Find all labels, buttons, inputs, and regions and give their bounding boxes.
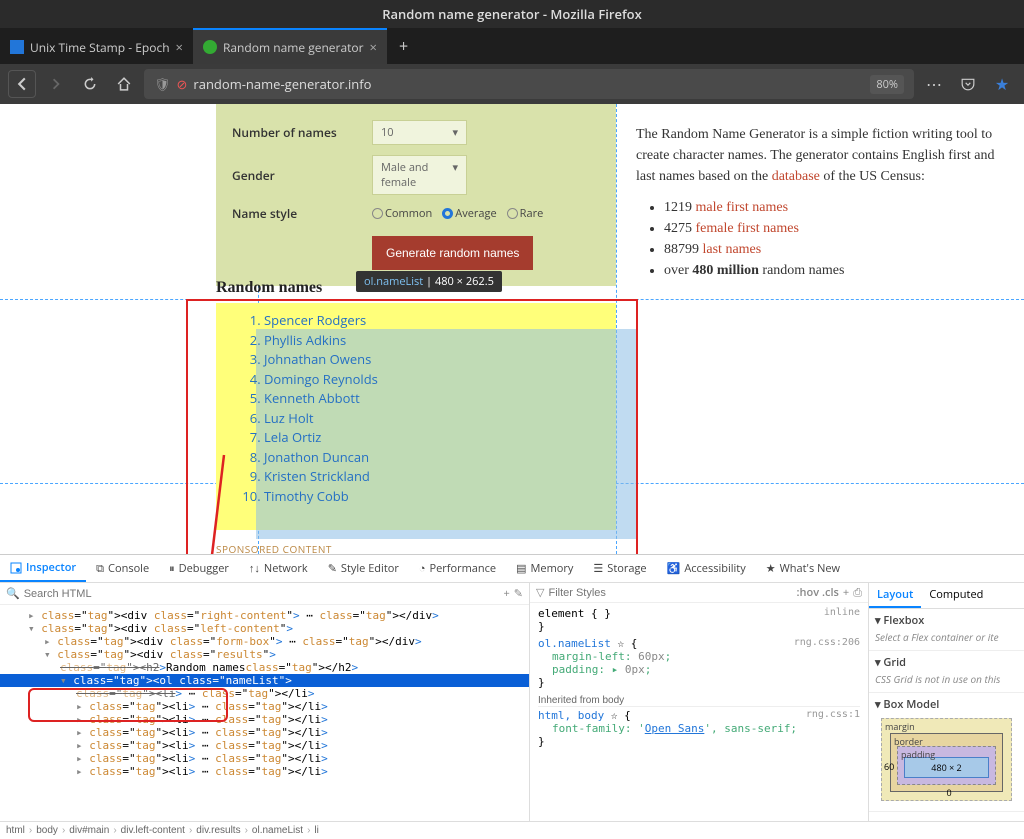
chevron-down-icon: ▾: [452, 125, 458, 140]
tree-node[interactable]: ▸ class="tag"><li> ⋯ class="tag"></li>: [0, 739, 529, 752]
gender-label: Gender: [232, 167, 372, 184]
tab-storage[interactable]: ☰Storage: [583, 555, 656, 582]
flexbox-heading: ▾ Flexbox: [875, 613, 1018, 628]
devtools-panel: Inspector ⧉Console ⏸Debugger ↑↓Network ✎…: [0, 554, 1024, 839]
css-prop[interactable]: padding: ▸ 0px;: [538, 663, 860, 676]
female-names-link[interactable]: female first names: [696, 221, 799, 236]
tab-whats-new[interactable]: ★What's New: [756, 555, 850, 582]
tree-node[interactable]: ▸ class="tag"><li> ⋯ class="tag"></li>: [0, 752, 529, 765]
form-box: Number of names 10▾ Gender Male and fema…: [216, 104, 616, 286]
tree-node[interactable]: ▾ class="tag"><div class="left-content">: [0, 622, 529, 635]
tree-node[interactable]: class="tag"><h2>Random namesclass="tag">…: [0, 661, 529, 674]
hover-cls-badges[interactable]: :hov .cls: [797, 585, 839, 600]
forward-button[interactable]: [42, 70, 70, 98]
close-icon[interactable]: ×: [176, 38, 183, 56]
window-titlebar: Random name generator - Mozilla Firefox: [0, 0, 1024, 28]
number-of-names-select[interactable]: 10▾: [372, 120, 467, 145]
tree-node[interactable]: ▾ class="tag"><ol class="nameList">: [0, 674, 529, 687]
generate-button[interactable]: Generate random names: [372, 236, 533, 270]
new-tab-button[interactable]: +: [387, 28, 420, 64]
tab-unix-timestamp[interactable]: Unix Time Stamp - Epoch ×: [0, 28, 193, 64]
search-icon: 🔍: [6, 586, 20, 601]
tab-memory[interactable]: ▤Memory: [506, 555, 583, 582]
tree-node[interactable]: ▸ class="tag"><div class="form-box"> ⋯ c…: [0, 635, 529, 648]
tab-network[interactable]: ↑↓Network: [239, 555, 318, 582]
database-link[interactable]: database: [772, 169, 820, 184]
annotation-box-tree: [28, 688, 228, 722]
rule-element[interactable]: element { }: [538, 607, 611, 620]
home-button[interactable]: [110, 70, 138, 98]
tab-performance[interactable]: ◔Performance: [409, 555, 506, 582]
dom-tree-panel: 🔍 + ✎ ▸ class="tag"><div class="right-co…: [0, 583, 530, 821]
favicon-icon: [10, 40, 24, 54]
inspector-tooltip: ol.nameList | 480 × 262.5: [356, 271, 502, 292]
tab-console[interactable]: ⧉Console: [86, 555, 159, 582]
tree-node[interactable]: ▸ class="tag"><li> ⋯ class="tag"></li>: [0, 726, 529, 739]
add-rule-button[interactable]: +: [843, 585, 849, 600]
eyedropper-icon[interactable]: ✎: [514, 586, 523, 601]
last-names-link[interactable]: last names: [703, 242, 762, 257]
bookmark-star-icon[interactable]: ★: [988, 70, 1016, 98]
tree-node[interactable]: ▸ class="tag"><li> ⋯ class="tag"></li>: [0, 765, 529, 778]
browser-tabstrip: Unix Time Stamp - Epoch × Random name ge…: [0, 28, 1024, 64]
filter-icon: ▽: [536, 585, 544, 600]
pocket-icon[interactable]: [954, 70, 982, 98]
tab-label: Random name generator: [223, 39, 364, 56]
url-bar[interactable]: 🛡 ⊘ random-name-generator.info 80%: [144, 69, 914, 99]
rule-body[interactable]: html, body: [538, 709, 604, 722]
sidebar-description: The Random Name Generator is a simple fi…: [636, 124, 996, 281]
css-prop[interactable]: font-family: 'Open Sans', sans-serif;: [538, 722, 860, 735]
page-content: Number of names 10▾ Gender Male and fema…: [0, 104, 1024, 554]
number-of-names-label: Number of names: [232, 124, 372, 141]
rule-selector[interactable]: ol.nameList: [538, 637, 611, 650]
annotation-arrow: [194, 445, 234, 554]
search-html-input[interactable]: [24, 588, 500, 600]
box-model-heading: ▾ Box Model: [875, 697, 1018, 712]
inherited-section: Inherited from body: [538, 695, 860, 707]
gender-select[interactable]: Male and female▾: [372, 155, 467, 195]
favicon-icon: [203, 40, 217, 54]
style-average-radio[interactable]: Average: [442, 206, 496, 221]
overflow-menu-icon[interactable]: ⋯: [920, 70, 948, 98]
tree-node[interactable]: ▾ class="tag"><div class="results">: [0, 648, 529, 661]
grid-heading: ▾ Grid: [875, 655, 1018, 670]
add-button[interactable]: +: [503, 586, 509, 601]
tab-label: Unix Time Stamp - Epoch: [30, 39, 170, 56]
css-prop[interactable]: margin-left: 60px;: [538, 650, 860, 663]
layout-panel: Layout Computed ▾ Flexbox Select a Flex …: [869, 583, 1024, 821]
annotation-box: [186, 299, 638, 554]
dom-breadcrumb[interactable]: html› body› div#main› div.left-content› …: [0, 821, 1024, 839]
zoom-badge[interactable]: 80%: [870, 75, 904, 94]
print-icon[interactable]: ⎙: [853, 585, 862, 600]
permission-icon: ⊘: [177, 75, 188, 93]
style-rare-radio[interactable]: Rare: [507, 206, 544, 221]
chevron-down-icon: ▾: [452, 160, 458, 190]
tab-accessibility[interactable]: ♿Accessibility: [657, 555, 756, 582]
window-title: Random name generator - Mozilla Firefox: [382, 5, 642, 23]
computed-tab[interactable]: Computed: [921, 583, 991, 608]
back-button[interactable]: [8, 70, 36, 98]
tab-style-editor[interactable]: ✎Style Editor: [318, 555, 409, 582]
male-names-link[interactable]: male first names: [696, 200, 789, 215]
styles-panel: ▽ :hov .cls + ⎙ inlineelement { } } rng.…: [530, 583, 869, 821]
style-common-radio[interactable]: Common: [372, 206, 432, 221]
box-model-diagram: margin border padding 480 × 2 60 0: [875, 712, 1018, 807]
url-text: random-name-generator.info: [193, 75, 371, 93]
layout-tab[interactable]: Layout: [869, 583, 921, 608]
shield-icon: 🛡: [154, 75, 171, 93]
filter-styles-input[interactable]: [548, 587, 792, 599]
tree-node[interactable]: ▸ class="tag"><div class="right-content"…: [0, 609, 529, 622]
tab-random-name[interactable]: Random name generator ×: [193, 28, 387, 64]
refresh-button[interactable]: [76, 70, 104, 98]
tab-inspector[interactable]: Inspector: [0, 555, 86, 582]
tab-debugger[interactable]: ⏸Debugger: [159, 555, 239, 582]
browser-toolbar: 🛡 ⊘ random-name-generator.info 80% ⋯ ★: [0, 64, 1024, 104]
devtools-tabs: Inspector ⧉Console ⏸Debugger ↑↓Network ✎…: [0, 555, 1024, 583]
close-icon[interactable]: ×: [370, 38, 377, 56]
name-style-label: Name style: [232, 205, 372, 222]
